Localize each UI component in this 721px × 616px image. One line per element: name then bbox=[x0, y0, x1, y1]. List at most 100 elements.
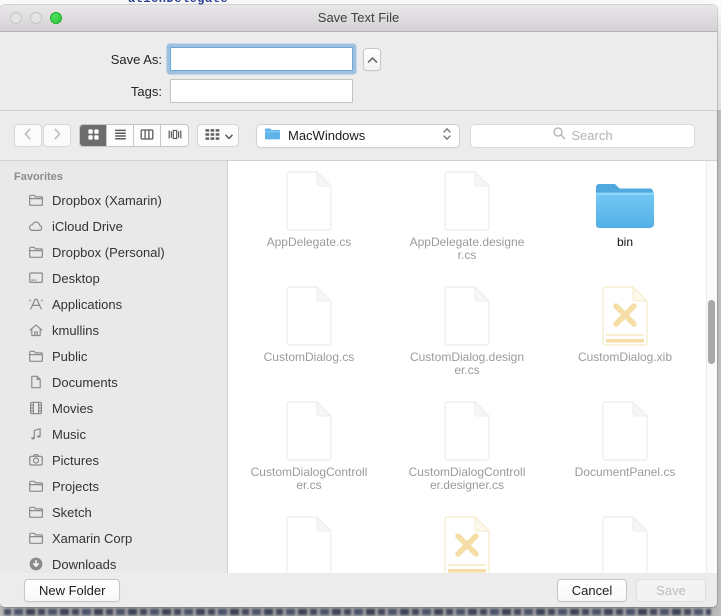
collapse-expand-button[interactable] bbox=[363, 47, 381, 71]
window-title: Save Text File bbox=[317, 10, 400, 25]
search-placeholder: Search bbox=[571, 128, 613, 143]
doc-icon bbox=[286, 399, 332, 461]
background-window-bottom bbox=[0, 606, 721, 616]
sidebar-item-documents[interactable]: Documents bbox=[0, 369, 227, 395]
sidebar-item-label: Music bbox=[52, 426, 86, 442]
save-as-input[interactable] bbox=[170, 47, 353, 71]
file-item-appdelegate-designer-cs: AppDelegate.designer.cs bbox=[388, 161, 546, 276]
close-button bbox=[10, 12, 22, 24]
sidebar-item-icloud-drive[interactable]: iCloud Drive bbox=[0, 213, 227, 239]
column-view-button[interactable] bbox=[134, 125, 161, 146]
sidebar-item-music[interactable]: Music bbox=[0, 421, 227, 447]
music-icon bbox=[27, 426, 44, 443]
chevron-down-icon bbox=[224, 128, 233, 143]
sidebar-item-projects[interactable]: Projects bbox=[0, 473, 227, 499]
doc-icon bbox=[286, 284, 332, 346]
folder-icon bbox=[27, 192, 44, 209]
cloud-icon bbox=[27, 218, 44, 235]
sidebar-item-kmullins[interactable]: kmullins bbox=[0, 317, 227, 343]
location-popup-label: MacWindows bbox=[288, 128, 366, 143]
xib-icon bbox=[602, 284, 648, 346]
sidebar-item-desktop[interactable]: Desktop bbox=[0, 265, 227, 291]
sidebar-item-sketch[interactable]: Sketch bbox=[0, 499, 227, 525]
sidebar-item-label: Desktop bbox=[52, 270, 100, 286]
doc-icon bbox=[286, 514, 332, 573]
folder-icon bbox=[27, 244, 44, 261]
tags-input[interactable] bbox=[170, 79, 353, 103]
forward-button[interactable] bbox=[43, 124, 71, 147]
file-item-customdialog-xib: CustomDialog.xib bbox=[546, 276, 704, 391]
sidebar-item-label: Applications bbox=[52, 296, 123, 312]
sidebar-item-public[interactable]: Public bbox=[0, 343, 227, 369]
coverflow-view-button[interactable] bbox=[161, 125, 188, 146]
sidebar-item-downloads[interactable]: Downloads bbox=[0, 551, 227, 573]
file-grid: AppDelegate.cs AppDelegate.designer.cs bin… bbox=[228, 161, 706, 573]
file-label: AppDelegate.cs bbox=[266, 235, 352, 249]
sidebar-items: Dropbox (Xamarin) iCloud Drive Dropbox (Pe… bbox=[0, 187, 227, 573]
file-item-partial bbox=[546, 506, 704, 573]
downloads-icon bbox=[27, 556, 44, 573]
scrollbar-thumb[interactable] bbox=[708, 300, 715, 364]
coverflow-view-icon bbox=[167, 127, 183, 145]
sidebar-item-label: Projects bbox=[52, 478, 99, 494]
file-grid-area: AppDelegate.cs AppDelegate.designer.cs bin… bbox=[228, 161, 717, 573]
camera-icon bbox=[27, 452, 44, 469]
file-label: AppDelegate.designer.cs bbox=[409, 235, 525, 262]
folder-icon bbox=[27, 348, 44, 365]
filename-section: Save As: Tags: bbox=[0, 32, 717, 111]
vertical-scrollbar[interactable] bbox=[706, 161, 717, 573]
folder-icon bbox=[27, 504, 44, 521]
search-field[interactable]: Search bbox=[470, 123, 695, 148]
sidebar-section-header: Favorites bbox=[14, 171, 63, 183]
document-icon bbox=[27, 374, 44, 391]
file-label: CustomDialogController.designer.cs bbox=[408, 465, 526, 492]
location-popup[interactable]: MacWindows bbox=[256, 123, 460, 148]
folder-icon bbox=[27, 530, 44, 547]
chevron-right-icon bbox=[49, 126, 65, 145]
column-view-icon bbox=[139, 127, 155, 145]
doc-icon bbox=[602, 399, 648, 461]
updown-chevrons-icon bbox=[442, 127, 452, 144]
sidebar-item-label: Dropbox (Xamarin) bbox=[52, 192, 162, 208]
doc-icon bbox=[444, 169, 490, 231]
tags-row: Tags: bbox=[0, 79, 717, 103]
window-controls bbox=[10, 12, 62, 24]
xib-icon bbox=[444, 514, 490, 573]
folder-blue-icon bbox=[595, 169, 655, 231]
new-folder-button[interactable]: New Folder bbox=[24, 578, 121, 602]
sidebar-item-label: iCloud Drive bbox=[52, 218, 123, 234]
zoom-button[interactable] bbox=[50, 12, 62, 24]
sidebar-item-pictures[interactable]: Pictures bbox=[0, 447, 227, 473]
doc-icon bbox=[286, 169, 332, 231]
search-icon bbox=[552, 126, 566, 145]
sidebar-item-applications[interactable]: Applications bbox=[0, 291, 227, 317]
list-view-icon bbox=[113, 127, 128, 145]
arrange-menu-button[interactable] bbox=[197, 124, 239, 147]
background-blurred-text bbox=[4, 609, 711, 615]
file-label: CustomDialog.xib bbox=[577, 350, 673, 364]
sidebar-item-label: Dropbox (Personal) bbox=[52, 244, 165, 260]
list-view-button[interactable] bbox=[107, 125, 134, 146]
sidebar-item-dropbox-personal[interactable]: Dropbox (Personal) bbox=[0, 239, 227, 265]
dialog-footer: New Folder Cancel Save bbox=[0, 573, 717, 607]
file-label: CustomDialog.cs bbox=[263, 350, 355, 364]
file-label: DocumentPanel.cs bbox=[574, 465, 676, 479]
file-item-customdialog-designer-cs: CustomDialog.designer.cs bbox=[388, 276, 546, 391]
cancel-button[interactable]: Cancel bbox=[557, 578, 627, 602]
sidebar-item-dropbox-xamarin[interactable]: Dropbox (Xamarin) bbox=[0, 187, 227, 213]
back-button[interactable] bbox=[14, 124, 42, 147]
icon-view-button[interactable] bbox=[80, 125, 107, 146]
sidebar-item-label: Downloads bbox=[52, 556, 117, 572]
file-item-bin[interactable]: bin bbox=[546, 161, 704, 276]
file-browser: Favorites Dropbox (Xamarin) iCloud Drive D… bbox=[0, 161, 717, 573]
sidebar-item-xamarin-corp[interactable]: Xamarin Corp bbox=[0, 525, 227, 551]
sidebar-item-label: Xamarin Corp bbox=[52, 530, 133, 546]
sidebar-item-label: kmullins bbox=[52, 322, 99, 338]
view-mode-segmented-control bbox=[79, 124, 189, 147]
sidebar-item-label: Movies bbox=[52, 400, 94, 416]
doc-icon bbox=[602, 514, 648, 573]
desktop-icon bbox=[27, 270, 44, 287]
file-item-documentpanel-cs: DocumentPanel.cs bbox=[546, 391, 704, 506]
film-icon bbox=[27, 400, 44, 417]
sidebar-item-movies[interactable]: Movies bbox=[0, 395, 227, 421]
